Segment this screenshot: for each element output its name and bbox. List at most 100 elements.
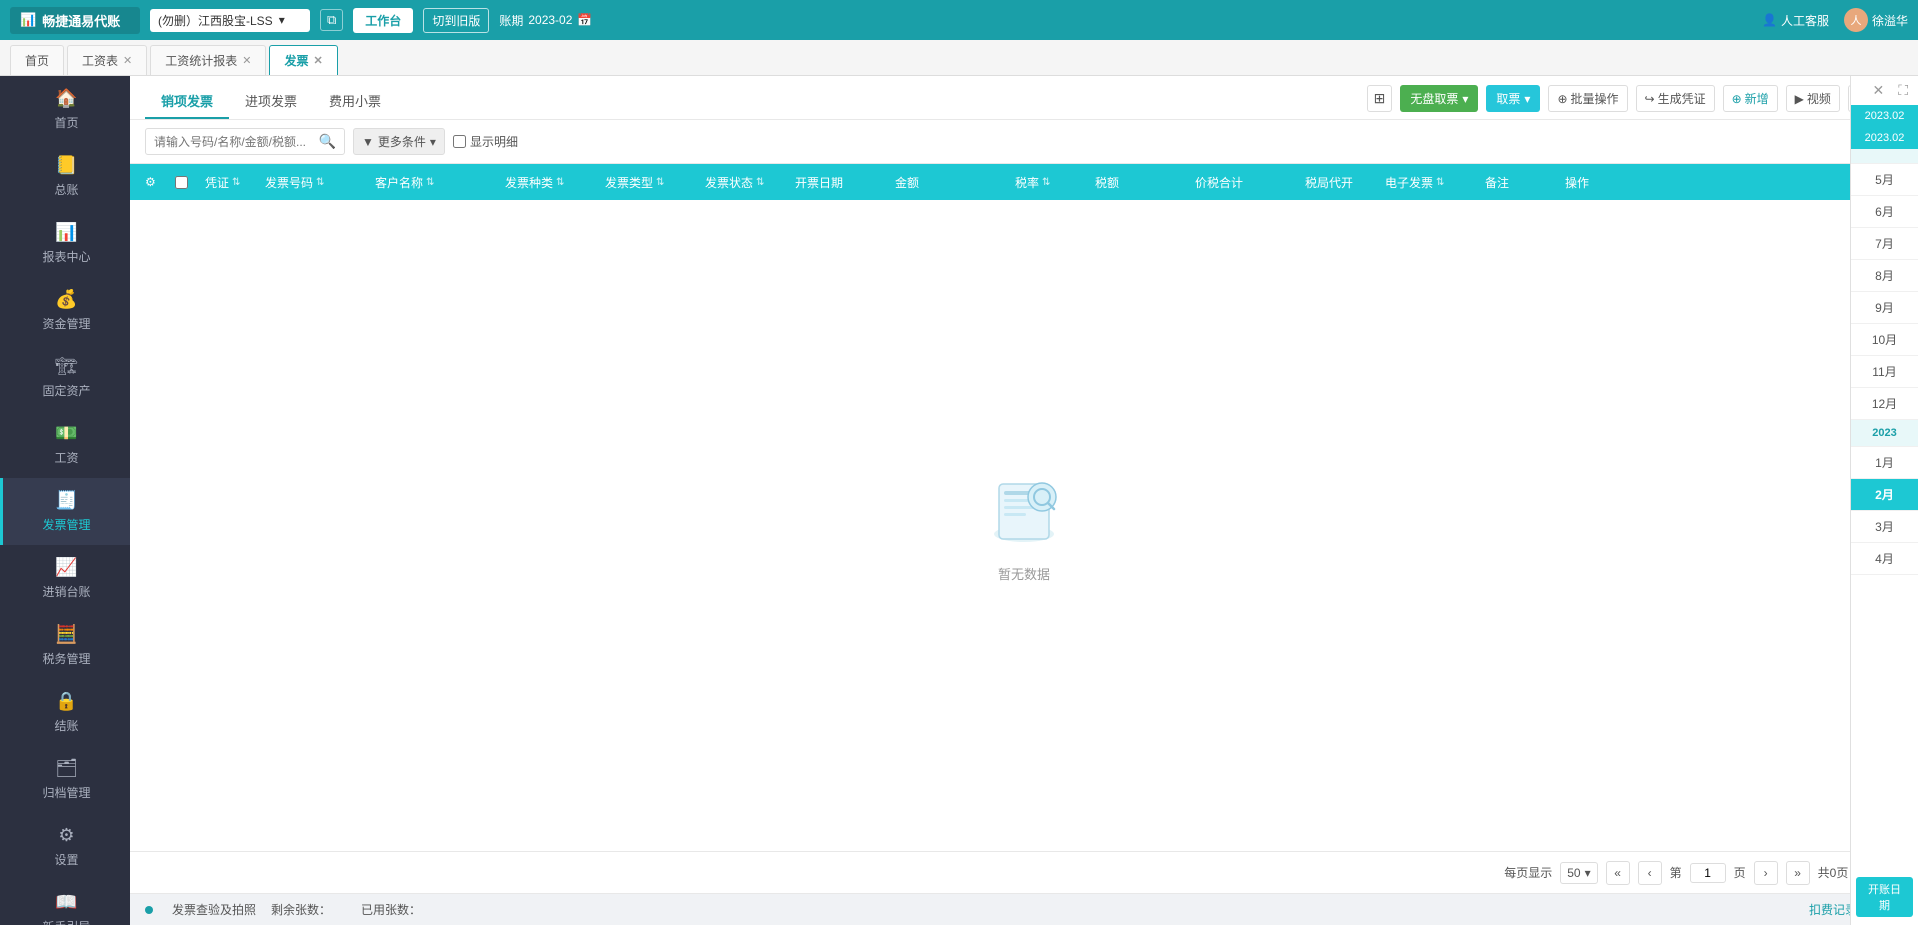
salary-tab-close[interactable]: ✕ — [123, 54, 132, 67]
th-invoice-category[interactable]: 发票类型 ⇅ — [600, 174, 700, 191]
th-invoice-type[interactable]: 发票种类 ⇅ — [500, 174, 600, 191]
th-tax[interactable]: 税额 — [1090, 174, 1190, 191]
get-ticket-button[interactable]: 取票 ▾ — [1486, 85, 1540, 112]
first-page-button[interactable]: « — [1606, 861, 1630, 885]
tab-salary-stats[interactable]: 工资统计报表 ✕ — [150, 45, 266, 75]
open-period-button[interactable]: 开账日期 — [1856, 877, 1913, 917]
sidebar-item-funds[interactable]: 💰 资金管理 — [0, 277, 130, 344]
select-all-checkbox[interactable] — [175, 176, 188, 189]
show-detail-checkbox-label[interactable]: 显示明细 — [453, 133, 518, 150]
more-conditions-button[interactable]: ▼ 更多条件 ▾ — [353, 128, 445, 155]
th-invoice-no[interactable]: 发票号码 ⇅ — [260, 174, 370, 191]
date-month-9[interactable]: 9月 — [1851, 292, 1918, 324]
get-ticket-label: 取票 — [1496, 90, 1520, 107]
sidebar-item-reports[interactable]: 📊 报表中心 — [0, 210, 130, 277]
sidebar-item-home-label: 首页 — [54, 114, 78, 131]
tab-salary[interactable]: 工资表 ✕ — [67, 45, 147, 75]
date-year-header-2[interactable]: 2023.02 — [1851, 127, 1918, 149]
voucher-sort-icon: ⇅ — [232, 177, 240, 188]
date-month-10[interactable]: 10月 — [1851, 324, 1918, 356]
tab-home[interactable]: 首页 — [10, 45, 64, 75]
th-tax-code[interactable]: 税局代开 — [1300, 174, 1380, 191]
th-e-invoice[interactable]: 电子发票 ⇅ — [1380, 174, 1480, 191]
date-panel-close[interactable]: ✕ — [1866, 78, 1890, 103]
gen-voucher-button[interactable]: ↪ 生成凭证 — [1636, 85, 1715, 112]
date-month-2023-2[interactable]: 2月 — [1851, 479, 1918, 511]
sub-tab-expense-receipt[interactable]: 费用小票 — [313, 84, 397, 119]
th-tax-total[interactable]: 价税合计 — [1190, 174, 1300, 191]
sidebar-item-closing[interactable]: 🔒 结账 — [0, 679, 130, 746]
th-customer[interactable]: 客户名称 ⇅ — [370, 174, 500, 191]
date-month-2023-3[interactable]: 3月 — [1851, 511, 1918, 543]
invoice-status-sort-icon: ⇅ — [756, 177, 764, 188]
page-input[interactable] — [1690, 863, 1726, 883]
page-size-select[interactable]: 50 ▾ — [1560, 862, 1597, 884]
th-voucher[interactable]: 凭证 ⇅ — [200, 174, 260, 191]
sidebar-item-ledger[interactable]: 📒 总账 — [0, 143, 130, 210]
new-button[interactable]: ⊕ 新增 — [1723, 85, 1778, 112]
sales-invoice-label: 销项发票 — [161, 94, 213, 109]
sidebar-item-settings[interactable]: ⚙ 设置 — [0, 813, 130, 880]
date-year-header-1[interactable]: 2023.02 — [1851, 105, 1918, 127]
date-month-2023-4[interactable]: 4月 — [1851, 543, 1918, 575]
last-page-button[interactable]: » — [1786, 861, 1810, 885]
invoice-tab-close[interactable]: ✕ — [314, 54, 323, 67]
switch-old-button[interactable]: 切到旧版 — [423, 8, 489, 33]
ai-support[interactable]: 👤 人工客服 — [1762, 12, 1829, 29]
th-settings[interactable]: ⚙ — [140, 175, 170, 189]
search-input-wrap[interactable]: 🔍 — [145, 128, 345, 155]
sub-tab-purchase-invoice[interactable]: 进项发票 — [229, 84, 313, 119]
th-open-date[interactable]: 开票日期 — [790, 174, 890, 191]
sidebar-item-reports-label: 报表中心 — [42, 248, 90, 265]
batch-ops-button[interactable]: ⊕ 批量操作 — [1548, 85, 1627, 112]
invoice-type-sort-icon: ⇅ — [556, 177, 564, 188]
date-month-6[interactable]: 6月 — [1851, 196, 1918, 228]
sub-tab-sales-invoice[interactable]: 销项发票 — [145, 84, 229, 119]
user-info[interactable]: 人 徐溢华 — [1844, 8, 1908, 32]
sales-icon: 📈 — [55, 557, 77, 578]
page-area: 销项发票 进项发票 费用小票 ⊞ 无盘取票 ▾ 取票 ▾ — [130, 76, 1918, 925]
th-checkbox[interactable] — [170, 176, 200, 189]
tab-invoice[interactable]: 发票 ✕ — [269, 45, 337, 75]
table-header: ⚙ 凭证 ⇅ 发票号码 ⇅ 客户名称 ⇅ 发票种类 — [130, 164, 1918, 200]
date-month-7[interactable]: 7月 — [1851, 228, 1918, 260]
show-detail-checkbox[interactable] — [453, 135, 466, 148]
video-button[interactable]: ▶ 视频 — [1786, 85, 1840, 112]
workspace-button[interactable]: 工作台 — [353, 8, 413, 33]
sidebar-item-home[interactable]: 🏠 首页 — [0, 76, 130, 143]
no-ticket-button[interactable]: 无盘取票 ▾ — [1400, 85, 1478, 112]
grid-layout-button[interactable]: ⊞ — [1367, 85, 1393, 112]
invoice-no-sort-icon: ⇅ — [316, 177, 324, 188]
date-month-8[interactable]: 8月 — [1851, 260, 1918, 292]
sidebar-item-tax[interactable]: 🧮 税务管理 — [0, 612, 130, 679]
calendar-icon[interactable]: 📅 — [577, 13, 592, 27]
date-month-5[interactable]: 5月 — [1851, 164, 1918, 196]
date-panel-controls: ✕ ⛶ — [1851, 76, 1918, 105]
th-remark[interactable]: 备注 — [1480, 174, 1560, 191]
search-icon[interactable]: 🔍 — [319, 133, 336, 150]
sidebar-item-salary[interactable]: 💵 工资 — [0, 411, 130, 478]
date-month-2023-1[interactable]: 1月 — [1851, 447, 1918, 479]
search-input[interactable] — [154, 135, 314, 149]
th-tax-rate[interactable]: 税率 ⇅ — [1010, 174, 1090, 191]
date-month-12[interactable]: 12月 — [1851, 388, 1918, 420]
salary-stats-tab-close[interactable]: ✕ — [242, 54, 251, 67]
date-month-11[interactable]: 11月 — [1851, 356, 1918, 388]
copy-button[interactable]: ⧉ — [320, 9, 343, 31]
date-panel-maximize[interactable]: ⛶ — [1892, 78, 1914, 103]
customer-sort-icon: ⇅ — [426, 177, 434, 188]
check-label: 发票查验及拍照 — [172, 901, 256, 918]
sidebar-item-archive[interactable]: 🗂 归档管理 — [0, 746, 130, 813]
chevron-more-icon: ▾ — [430, 135, 436, 149]
video-label: 视频 — [1807, 90, 1831, 107]
company-selector[interactable]: (勿删）江西股宝-LSS ▾ — [150, 9, 310, 32]
sidebar-item-fixed-assets[interactable]: 🏗 固定资产 — [0, 344, 130, 411]
sidebar-item-guide[interactable]: 📖 新手引导 — [0, 880, 130, 925]
prev-page-button[interactable]: ‹ — [1638, 861, 1662, 885]
next-page-button[interactable]: › — [1754, 861, 1778, 885]
period-value: 2023-02 — [528, 13, 572, 27]
th-invoice-status[interactable]: 发票状态 ⇅ — [700, 174, 790, 191]
sidebar-item-sales[interactable]: 📈 进销台账 — [0, 545, 130, 612]
th-amount[interactable]: 金额 — [890, 174, 1010, 191]
sidebar-item-invoice-mgmt[interactable]: 🧾 发票管理 — [0, 478, 130, 545]
